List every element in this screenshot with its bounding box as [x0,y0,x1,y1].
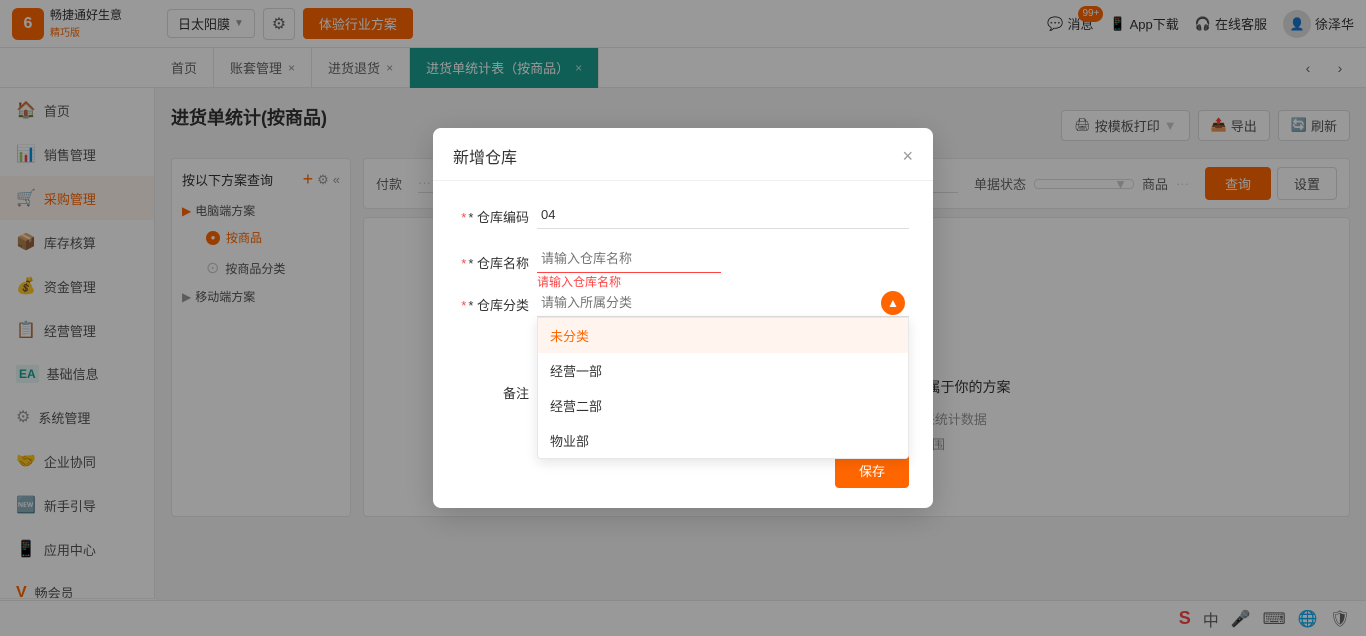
form-row-name: ** 仓库名称 请输入仓库名称 [457,245,909,273]
form-row-code: ** 仓库编码 [457,201,909,229]
dropdown-item-dept2[interactable]: 经营二部 [538,388,908,423]
dialog-body: ** 仓库编码 ** 仓库名称 请输入仓库名称 ** 仓库分类 ▲ [433,181,933,441]
dropdown-item-dept3[interactable]: 物业部 [538,423,908,458]
dialog-header: 新增仓库 × [433,128,933,181]
name-label: ** 仓库名称 [457,247,537,272]
category-dropdown: 未分类 经营一部 经营二部 物业部 [537,317,909,459]
category-label: ** 仓库分类 [457,289,537,314]
new-warehouse-dialog: 新增仓库 × ** 仓库编码 ** 仓库名称 请输入仓库名称 [433,128,933,508]
name-input[interactable] [537,245,721,273]
category-select-wrapper: ▲ [537,289,909,317]
category-dropdown-arrow-icon[interactable]: ▲ [881,291,905,315]
dialog-title: 新增仓库 [453,144,517,168]
form-row-category: ** 仓库分类 ▲ 未分类 经营一部 经营二部 物业部 [457,289,909,317]
code-input[interactable] [537,201,909,229]
dialog-close-icon[interactable]: × [902,146,913,167]
code-label: ** 仓库编码 [457,201,537,226]
dropdown-item-uncategorized[interactable]: 未分类 [538,318,908,353]
dropdown-item-dept1[interactable]: 经营一部 [538,353,908,388]
category-input[interactable] [537,289,909,317]
note-label: 备注 [457,377,537,402]
name-error-message: 请输入仓库名称 [537,273,621,290]
